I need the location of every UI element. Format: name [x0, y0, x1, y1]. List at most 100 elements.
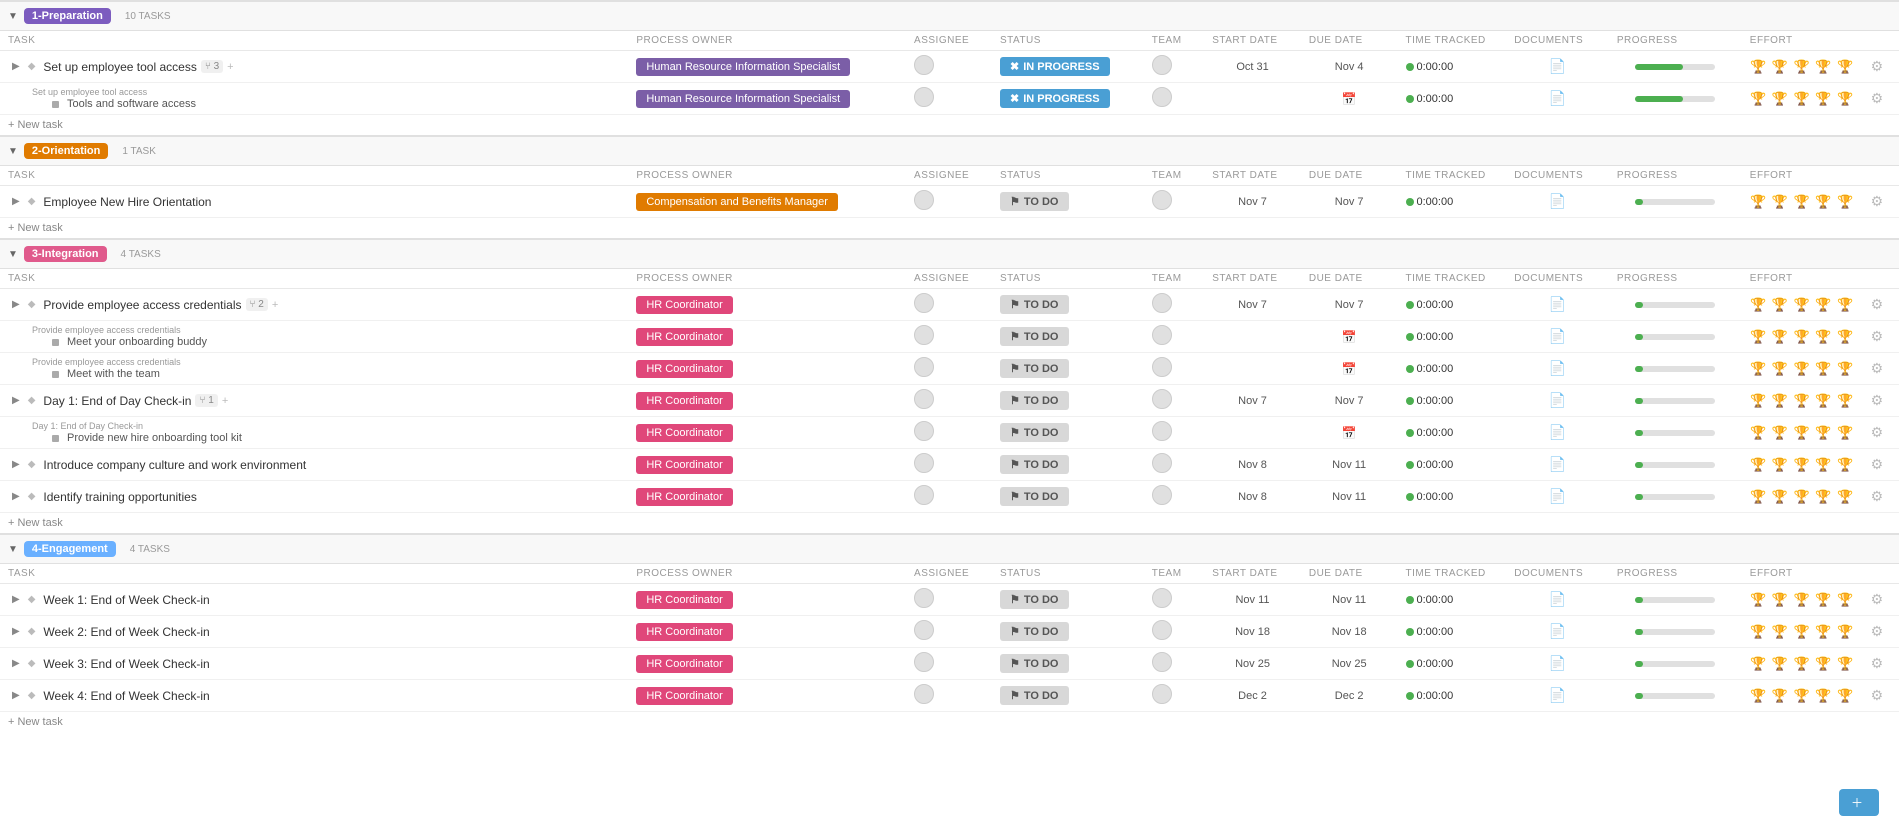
- assignee-avatar[interactable]: [914, 389, 934, 409]
- assignee-avatar[interactable]: [914, 293, 934, 313]
- section-collapse-icon[interactable]: ▼: [8, 249, 18, 260]
- assignee-avatar[interactable]: [914, 588, 934, 608]
- team-avatar[interactable]: [1152, 55, 1172, 75]
- expand-icon[interactable]: ▶: [12, 196, 20, 207]
- add-subtask-icon[interactable]: +: [227, 61, 233, 73]
- row-settings-icon[interactable]: ⚙: [1871, 655, 1884, 671]
- status-badge[interactable]: ⚑ TO DO: [1000, 327, 1069, 346]
- team-avatar[interactable]: [1152, 588, 1172, 608]
- assignee-avatar[interactable]: [914, 87, 934, 107]
- section-badge[interactable]: 2-Orientation: [24, 143, 108, 159]
- document-icon[interactable]: 📄: [1549, 90, 1566, 106]
- assignee-avatar[interactable]: [914, 325, 934, 345]
- document-icon[interactable]: 📄: [1549, 655, 1566, 671]
- expand-icon[interactable]: ▶: [12, 491, 20, 502]
- status-badge[interactable]: ✖ IN PROGRESS: [1000, 89, 1110, 108]
- subtask-count[interactable]: ⑂ 2: [246, 298, 268, 311]
- assignee-avatar[interactable]: [914, 421, 934, 441]
- team-avatar[interactable]: [1152, 190, 1172, 210]
- status-badge[interactable]: ⚑ TO DO: [1000, 686, 1069, 705]
- expand-icon[interactable]: ▶: [12, 626, 20, 637]
- team-avatar[interactable]: [1152, 620, 1172, 640]
- status-badge[interactable]: ⚑ TO DO: [1000, 192, 1069, 211]
- row-settings-icon[interactable]: ⚙: [1871, 488, 1884, 504]
- section-collapse-icon[interactable]: ▼: [8, 11, 18, 22]
- row-settings-icon[interactable]: ⚙: [1871, 193, 1884, 209]
- team-avatar[interactable]: [1152, 684, 1172, 704]
- add-task-button[interactable]: ＋: [1839, 789, 1879, 816]
- expand-icon[interactable]: ▶: [12, 594, 20, 605]
- process-owner-badge[interactable]: HR Coordinator: [636, 655, 732, 673]
- status-badge[interactable]: ⚑ TO DO: [1000, 590, 1069, 609]
- row-settings-icon[interactable]: ⚙: [1871, 58, 1884, 74]
- document-icon[interactable]: 📄: [1549, 328, 1566, 344]
- process-owner-badge[interactable]: HR Coordinator: [636, 424, 732, 442]
- status-badge[interactable]: ⚑ TO DO: [1000, 423, 1069, 442]
- expand-icon[interactable]: ▶: [12, 690, 20, 701]
- status-badge[interactable]: ⚑ TO DO: [1000, 391, 1069, 410]
- status-badge[interactable]: ⚑ TO DO: [1000, 295, 1069, 314]
- section-badge[interactable]: 4-Engagement: [24, 541, 116, 557]
- new-task-cell[interactable]: + New task: [0, 513, 1899, 535]
- expand-icon[interactable]: ▶: [12, 459, 20, 470]
- section-badge[interactable]: 1-Preparation: [24, 8, 111, 24]
- new-task-row-orientation[interactable]: + New task: [0, 218, 1899, 240]
- process-owner-badge[interactable]: HR Coordinator: [636, 392, 732, 410]
- process-owner-badge[interactable]: HR Coordinator: [636, 488, 732, 506]
- new-task-row-preparation[interactable]: + New task: [0, 115, 1899, 137]
- team-avatar[interactable]: [1152, 87, 1172, 107]
- process-owner-badge[interactable]: HR Coordinator: [636, 328, 732, 346]
- team-avatar[interactable]: [1152, 357, 1172, 377]
- assignee-avatar[interactable]: [914, 190, 934, 210]
- expand-icon[interactable]: ▶: [12, 299, 20, 310]
- document-icon[interactable]: 📄: [1549, 360, 1566, 376]
- assignee-avatar[interactable]: [914, 684, 934, 704]
- section-collapse-icon[interactable]: ▼: [8, 146, 18, 157]
- expand-icon[interactable]: ▶: [12, 395, 20, 406]
- new-task-label[interactable]: + New task: [8, 716, 63, 728]
- team-avatar[interactable]: [1152, 421, 1172, 441]
- new-task-cell[interactable]: + New task: [0, 712, 1899, 733]
- document-icon[interactable]: 📄: [1549, 456, 1566, 472]
- process-owner-badge[interactable]: HR Coordinator: [636, 296, 732, 314]
- new-task-cell[interactable]: + New task: [0, 115, 1899, 137]
- new-task-label[interactable]: + New task: [8, 222, 63, 234]
- row-settings-icon[interactable]: ⚙: [1871, 90, 1884, 106]
- document-icon[interactable]: 📄: [1549, 296, 1566, 312]
- add-subtask-icon[interactable]: +: [272, 299, 278, 311]
- new-task-cell[interactable]: + New task: [0, 218, 1899, 240]
- new-task-row-integration[interactable]: + New task: [0, 513, 1899, 535]
- document-icon[interactable]: 📄: [1549, 488, 1566, 504]
- row-settings-icon[interactable]: ⚙: [1871, 392, 1884, 408]
- expand-icon[interactable]: ▶: [12, 658, 20, 669]
- status-badge[interactable]: ⚑ TO DO: [1000, 455, 1069, 474]
- document-icon[interactable]: 📄: [1549, 687, 1566, 703]
- process-owner-badge[interactable]: HR Coordinator: [636, 623, 732, 641]
- assignee-avatar[interactable]: [914, 453, 934, 473]
- row-settings-icon[interactable]: ⚙: [1871, 623, 1884, 639]
- team-avatar[interactable]: [1152, 293, 1172, 313]
- status-badge[interactable]: ⚑ TO DO: [1000, 654, 1069, 673]
- document-icon[interactable]: 📄: [1549, 424, 1566, 440]
- row-settings-icon[interactable]: ⚙: [1871, 360, 1884, 376]
- process-owner-badge[interactable]: HR Coordinator: [636, 360, 732, 378]
- assignee-avatar[interactable]: [914, 620, 934, 640]
- document-icon[interactable]: 📄: [1549, 591, 1566, 607]
- section-badge[interactable]: 3-Integration: [24, 246, 107, 262]
- row-settings-icon[interactable]: ⚙: [1871, 687, 1884, 703]
- row-settings-icon[interactable]: ⚙: [1871, 456, 1884, 472]
- process-owner-badge[interactable]: Human Resource Information Specialist: [636, 58, 850, 76]
- document-icon[interactable]: 📄: [1549, 392, 1566, 408]
- assignee-avatar[interactable]: [914, 55, 934, 75]
- process-owner-badge[interactable]: Compensation and Benefits Manager: [636, 193, 838, 211]
- new-task-label[interactable]: + New task: [8, 119, 63, 131]
- process-owner-badge[interactable]: Human Resource Information Specialist: [636, 90, 850, 108]
- row-settings-icon[interactable]: ⚙: [1871, 296, 1884, 312]
- status-badge[interactable]: ⚑ TO DO: [1000, 359, 1069, 378]
- row-settings-icon[interactable]: ⚙: [1871, 328, 1884, 344]
- document-icon[interactable]: 📄: [1549, 623, 1566, 639]
- process-owner-badge[interactable]: HR Coordinator: [636, 687, 732, 705]
- assignee-avatar[interactable]: [914, 357, 934, 377]
- status-badge[interactable]: ✖ IN PROGRESS: [1000, 57, 1110, 76]
- new-task-row-engagement[interactable]: + New task: [0, 712, 1899, 733]
